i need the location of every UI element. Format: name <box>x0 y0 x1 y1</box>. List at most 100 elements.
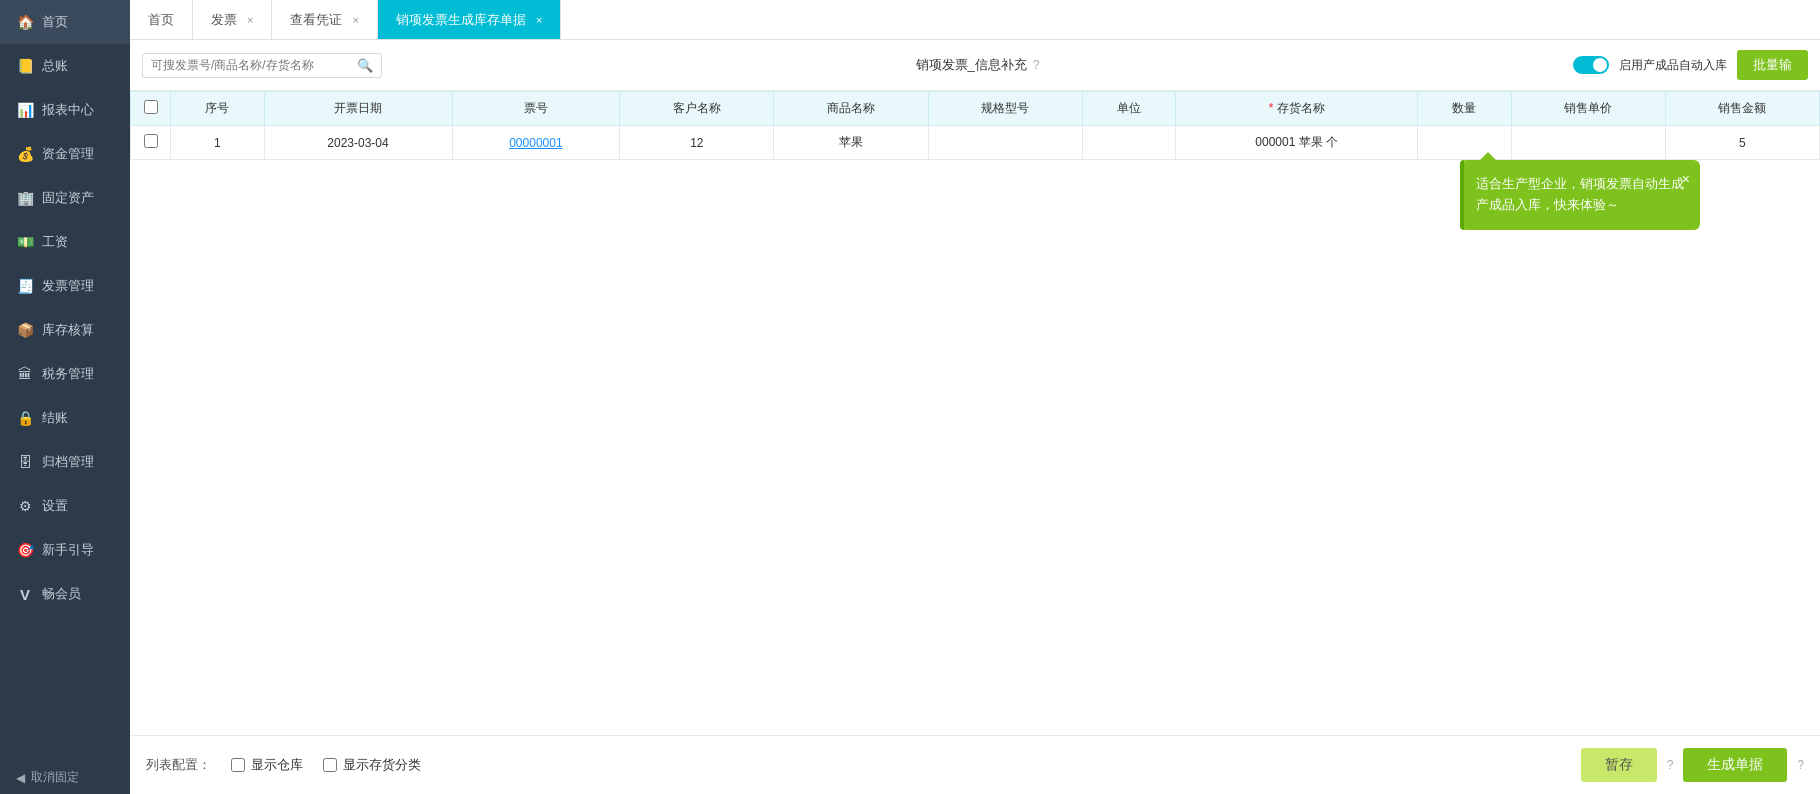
row-spec <box>928 126 1082 160</box>
payroll-icon: 💵 <box>16 233 34 251</box>
guide-icon: 🎯 <box>16 541 34 559</box>
show-category-label: 显示存货分类 <box>343 756 421 774</box>
row-product: 苹果 <box>774 126 928 160</box>
sidebar-item-assets[interactable]: 🏢 固定资产 <box>0 176 130 220</box>
tab-voucher-label: 查看凭证 <box>290 11 342 29</box>
sidebar-item-home[interactable]: 🏠 首页 <box>0 0 130 44</box>
sidebar-item-label: 总账 <box>42 57 68 75</box>
col-date: 开票日期 <box>264 92 452 126</box>
auto-stock-toggle[interactable] <box>1573 56 1609 74</box>
assets-icon: 🏢 <box>16 189 34 207</box>
row-date: 2023-03-04 <box>264 126 452 160</box>
row-seq: 1 <box>171 126 265 160</box>
show-warehouse-group: 显示仓库 <box>231 756 303 774</box>
tooltip-text: 适合生产型企业，销项发票自动生成产成品入库，快来体验～ <box>1476 176 1684 212</box>
sidebar-item-payroll[interactable]: 💵 工资 <box>0 220 130 264</box>
funds-icon: 💰 <box>16 145 34 163</box>
toolbar: 🔍 销项发票_信息补充 ? 启用产成品自动入库 批量输 <box>130 40 1820 91</box>
home-icon: 🏠 <box>16 13 34 31</box>
sidebar-item-label: 报表中心 <box>42 101 94 119</box>
tooltip-bar <box>1460 160 1464 230</box>
row-price <box>1511 126 1665 160</box>
footer-actions: 暂存 ? 生成单据 ? <box>1581 748 1804 782</box>
col-seq: 序号 <box>171 92 265 126</box>
toolbar-center: 销项发票_信息补充 ? <box>394 56 1561 74</box>
sidebar-item-closing[interactable]: 🔒 结账 <box>0 396 130 440</box>
search-input[interactable] <box>151 58 353 72</box>
sidebar-item-label: 设置 <box>42 497 68 515</box>
tab-home-label: 首页 <box>148 11 174 29</box>
row-checkbox-cell <box>131 126 171 160</box>
sidebar-item-funds[interactable]: 💰 资金管理 <box>0 132 130 176</box>
save-info-icon[interactable]: ? <box>1667 758 1674 772</box>
row-checkbox[interactable] <box>144 134 158 148</box>
row-qty <box>1418 126 1512 160</box>
invoice-number-link[interactable]: 00000001 <box>509 136 562 150</box>
col-number: 票号 <box>452 92 620 126</box>
row-number: 00000001 <box>452 126 620 160</box>
row-stock-name: 000001 苹果 个 <box>1176 126 1418 160</box>
sidebar-item-label: 首页 <box>42 13 68 31</box>
tooltip-popup: × 适合生产型企业，销项发票自动生成产成品入库，快来体验～ <box>1460 160 1700 230</box>
col-unit: 单位 <box>1082 92 1176 126</box>
table-row: 1 2023-03-04 00000001 12 苹果 000001 苹果 个 … <box>131 126 1820 160</box>
tab-invoice[interactable]: 发票 × <box>193 0 272 39</box>
unfix-icon: ◀ <box>16 771 25 785</box>
sidebar-item-tax[interactable]: 🏛 税务管理 <box>0 352 130 396</box>
footer: 列表配置： 显示仓库 显示存货分类 暂存 ? 生成单据 ? <box>130 735 1820 794</box>
batch-button[interactable]: 批量输 <box>1737 50 1808 80</box>
config-label: 列表配置： <box>146 756 211 774</box>
sidebar-item-archive[interactable]: 🗄 归档管理 <box>0 440 130 484</box>
data-table: 序号 开票日期 票号 客户名称 商品名称 规格型号 单位 * 存货名称 数量 销… <box>130 91 1820 160</box>
sidebar-item-label: 归档管理 <box>42 453 94 471</box>
unfix-label: 取消固定 <box>31 769 79 786</box>
col-customer: 客户名称 <box>620 92 774 126</box>
col-stock-name: * 存货名称 <box>1176 92 1418 126</box>
tab-voucher[interactable]: 查看凭证 × <box>272 0 377 39</box>
row-customer: 12 <box>620 126 774 160</box>
sidebar-item-label: 资金管理 <box>42 145 94 163</box>
sidebar-item-label: 畅会员 <box>42 585 81 603</box>
tab-voucher-close[interactable]: × <box>352 14 358 26</box>
archive-icon: 🗄 <box>16 453 34 471</box>
sidebar-item-label: 新手引导 <box>42 541 94 559</box>
tooltip-close-button[interactable]: × <box>1682 168 1690 190</box>
col-amount: 销售金额 <box>1665 92 1819 126</box>
invoice-mgmt-icon: 🧾 <box>16 277 34 295</box>
show-category-group: 显示存货分类 <box>323 756 421 774</box>
sidebar-item-vip[interactable]: V 畅会员 <box>0 572 130 616</box>
tab-invoice-close[interactable]: × <box>247 14 253 26</box>
tax-icon: 🏛 <box>16 365 34 383</box>
tab-home[interactable]: 首页 <box>130 0 193 39</box>
generate-info-icon[interactable]: ? <box>1797 758 1804 772</box>
sidebar-item-guide[interactable]: 🎯 新手引导 <box>0 528 130 572</box>
sidebar-item-label: 结账 <box>42 409 68 427</box>
col-product: 商品名称 <box>774 92 928 126</box>
generate-button[interactable]: 生成单据 <box>1683 748 1787 782</box>
content-area: 🔍 销项发票_信息补充 ? 启用产成品自动入库 批量输 <box>130 40 1820 794</box>
tab-stock-label: 销项发票生成库存单据 <box>396 11 526 29</box>
search-box[interactable]: 🔍 <box>142 53 382 78</box>
show-category-checkbox[interactable] <box>323 758 337 772</box>
select-all-checkbox[interactable] <box>144 100 158 114</box>
tab-stock-close[interactable]: × <box>536 14 542 26</box>
show-warehouse-checkbox[interactable] <box>231 758 245 772</box>
unfix-button[interactable]: ◀ 取消固定 <box>0 761 130 794</box>
col-spec: 规格型号 <box>928 92 1082 126</box>
sidebar-item-ledger[interactable]: 📒 总账 <box>0 44 130 88</box>
sidebar-item-invoice-mgmt[interactable]: 🧾 发票管理 <box>0 264 130 308</box>
show-warehouse-label: 显示仓库 <box>251 756 303 774</box>
sidebar-item-label: 库存核算 <box>42 321 94 339</box>
info-icon[interactable]: ? <box>1033 58 1040 72</box>
tab-bar: 首页 发票 × 查看凭证 × 销项发票生成库存单据 × <box>130 0 1820 40</box>
sidebar-item-reports[interactable]: 📊 报表中心 <box>0 88 130 132</box>
reports-icon: 📊 <box>16 101 34 119</box>
sidebar-item-settings[interactable]: ⚙ 设置 <box>0 484 130 528</box>
sidebar-item-label: 发票管理 <box>42 277 94 295</box>
sidebar-item-inventory[interactable]: 📦 库存核算 <box>0 308 130 352</box>
row-unit <box>1082 126 1176 160</box>
tab-stock[interactable]: 销项发票生成库存单据 × <box>378 0 561 39</box>
save-button[interactable]: 暂存 <box>1581 748 1657 782</box>
sidebar-item-label: 工资 <box>42 233 68 251</box>
settings-icon: ⚙ <box>16 497 34 515</box>
